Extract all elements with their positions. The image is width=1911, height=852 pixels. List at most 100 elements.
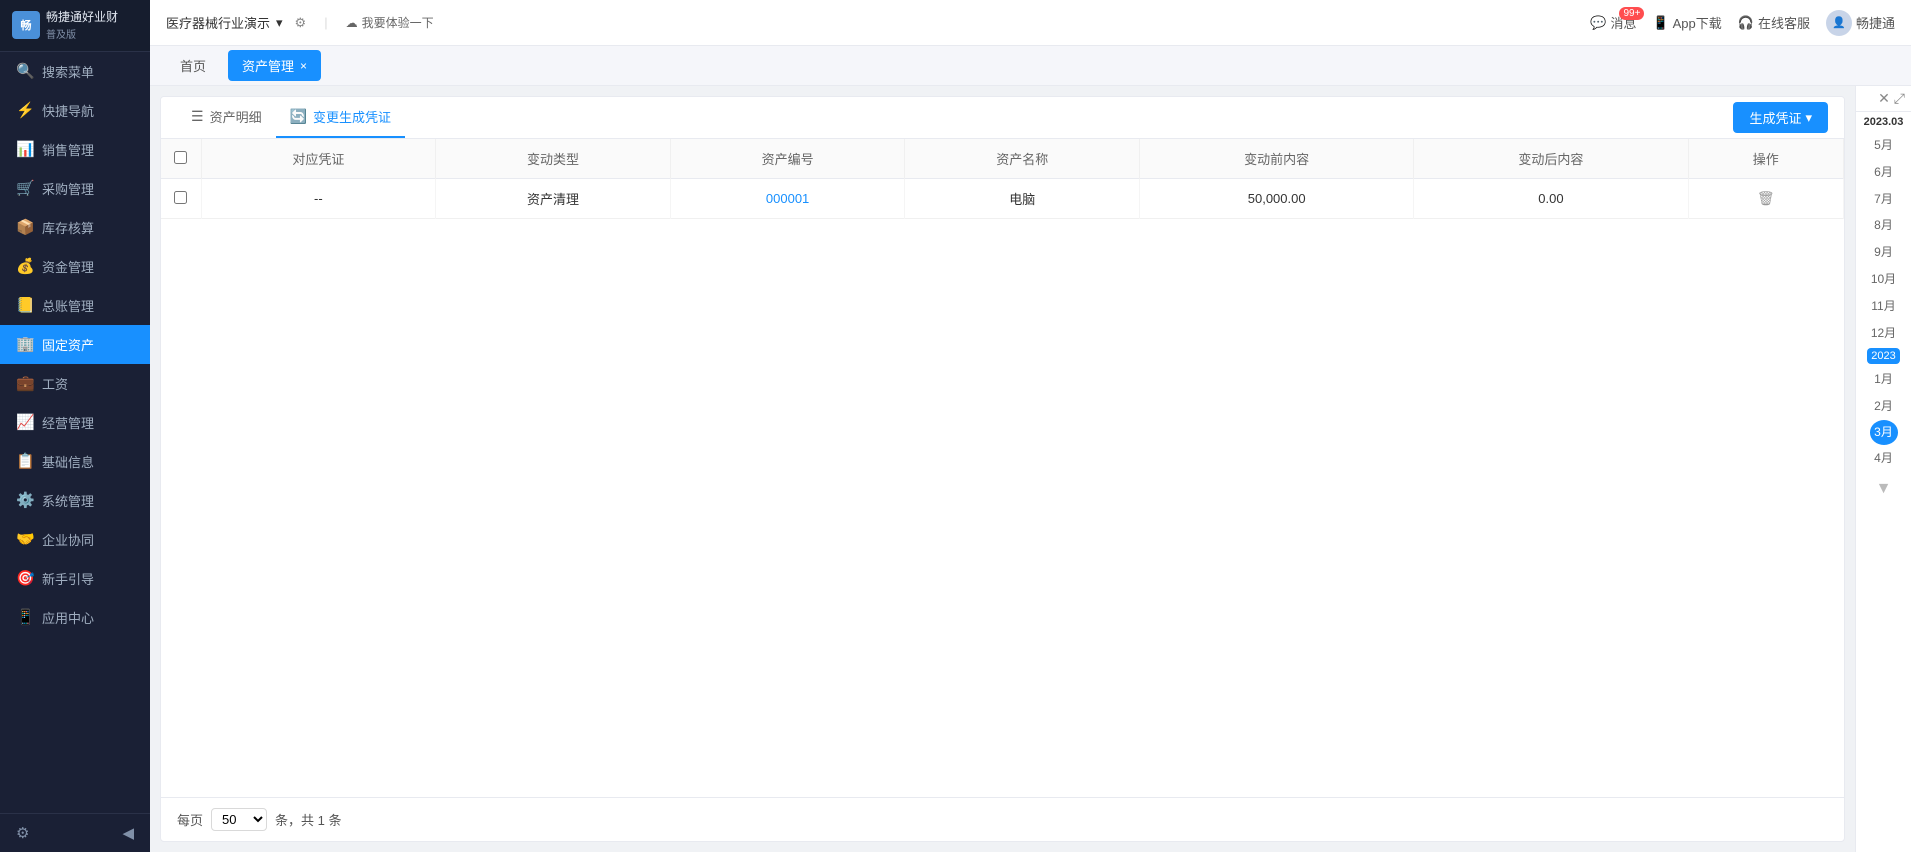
table-container: 对应凭证 变动类型 资产编号 资产名称 变动前内容 变动后内容 操作 bbox=[161, 139, 1844, 797]
guide-icon: 🎯 bbox=[16, 569, 34, 587]
sidebar-item-apps[interactable]: 📱 应用中心 bbox=[0, 598, 150, 637]
sidebar-item-search[interactable]: 🔍 搜索菜单 bbox=[0, 52, 150, 91]
sidebar-item-basic[interactable]: 📋 基础信息 bbox=[0, 442, 150, 481]
sidebar-item-label: 应用中心 bbox=[42, 608, 94, 627]
sidebar-item-ledger[interactable]: 📒 总账管理 bbox=[0, 286, 150, 325]
row-after: 0.00 bbox=[1414, 179, 1688, 219]
sidebar-item-inventory[interactable]: 📦 库存核算 bbox=[0, 208, 150, 247]
col-voucher: 对应凭证 bbox=[201, 139, 436, 179]
settings-icon[interactable]: ⚙ bbox=[16, 824, 29, 842]
timeline-month-1[interactable]: 1月 bbox=[1856, 366, 1911, 393]
total-label: 条，共 1 条 bbox=[275, 810, 341, 829]
sidebar-item-label: 新手引导 bbox=[42, 569, 94, 588]
sidebar-item-label: 库存核算 bbox=[42, 218, 94, 237]
cloud-icon: ☁ bbox=[346, 16, 358, 30]
sidebar-item-label: 销售管理 bbox=[42, 140, 94, 159]
settings-gear-icon[interactable]: ⚙ bbox=[295, 15, 307, 31]
generate-voucher-button[interactable]: 生成凭证 ▾ bbox=[1733, 102, 1828, 133]
logo-name: 畅捷通好业财 bbox=[46, 10, 118, 26]
subtabs-bar: ☰ 资产明细 🔄 变更生成凭证 生成凭证 ▾ bbox=[161, 97, 1844, 139]
row-change-type: 资产清理 bbox=[436, 179, 671, 219]
delete-icon[interactable]: 🗑 bbox=[1757, 190, 1775, 206]
ledger-icon: 📒 bbox=[16, 296, 34, 314]
sidebar-item-label: 总账管理 bbox=[42, 296, 94, 315]
voucher-icon: 🔄 bbox=[290, 108, 307, 125]
sidebar-item-label: 固定资产 bbox=[42, 335, 94, 354]
sidebar-item-funds[interactable]: 💰 资金管理 bbox=[0, 247, 150, 286]
messages-button[interactable]: 💬 消息 99+ bbox=[1590, 13, 1636, 32]
inventory-icon: 📦 bbox=[16, 218, 34, 236]
timeline-close-button[interactable]: ✕ bbox=[1878, 90, 1890, 107]
topbar-divider: | bbox=[324, 15, 327, 30]
app-download-button[interactable]: 📱 App下载 bbox=[1652, 13, 1721, 32]
tab-close-icon[interactable]: × bbox=[300, 59, 307, 73]
company-name: 医疗器械行业演示 bbox=[166, 13, 270, 32]
row-action[interactable]: 🗑 bbox=[1688, 179, 1843, 219]
row-before: 50,000.00 bbox=[1140, 179, 1414, 219]
timeline-down-arrow[interactable]: ▼ bbox=[1872, 476, 1896, 502]
logo-sub: 普及版 bbox=[46, 26, 118, 41]
timeline-month-5[interactable]: 5月 bbox=[1856, 132, 1911, 159]
sidebar-item-quicknav[interactable]: ⚡ 快捷导航 bbox=[0, 91, 150, 130]
ops-icon: 📈 bbox=[16, 413, 34, 431]
sidebar-item-fixed[interactable]: 🏢 固定资产 bbox=[0, 325, 150, 364]
system-icon: ⚙️ bbox=[16, 491, 34, 509]
customer-service-label: 在线客服 bbox=[1758, 13, 1810, 32]
col-after: 变动后内容 bbox=[1414, 139, 1688, 179]
timeline-month-11[interactable]: 11月 bbox=[1856, 293, 1911, 320]
timeline-scroll-area: 2023.03 5月 6月 7月 8月 9月 10月 11月 12月 2023 … bbox=[1856, 112, 1911, 852]
timeline-month-6[interactable]: 6月 bbox=[1856, 159, 1911, 186]
sidebar-item-payroll[interactable]: 💼 工资 bbox=[0, 364, 150, 403]
timeline-month-2[interactable]: 2月 bbox=[1856, 393, 1911, 420]
topbar: 医疗器械行业演示 ▾ ⚙ | ☁ 我要体验一下 💬 消息 99+ 📱 App下载… bbox=[150, 0, 1911, 46]
tab-asset-management[interactable]: 资产管理 × bbox=[228, 50, 321, 81]
sidebar-item-sales[interactable]: 📊 销售管理 bbox=[0, 130, 150, 169]
company-selector[interactable]: 医疗器械行业演示 ▾ bbox=[166, 13, 283, 32]
sidebar-item-label: 基础信息 bbox=[42, 452, 94, 471]
row-asset-no[interactable]: 000001 bbox=[670, 179, 905, 219]
active-tab-label: 资产管理 bbox=[242, 56, 294, 75]
row-voucher: -- bbox=[201, 179, 436, 219]
logo-icon: 畅 bbox=[12, 11, 40, 39]
sidebar-item-label: 快捷导航 bbox=[42, 101, 94, 120]
sidebar-item-ops[interactable]: 📈 经营管理 bbox=[0, 403, 150, 442]
subtabs-right: 生成凭证 ▾ bbox=[1733, 102, 1828, 133]
dropdown-icon: ▾ bbox=[276, 15, 283, 31]
timeline-month-3[interactable]: 3月 bbox=[1870, 420, 1898, 445]
timeline-month-8[interactable]: 8月 bbox=[1856, 212, 1911, 239]
basic-icon: 📋 bbox=[16, 452, 34, 470]
subtab-asset-detail[interactable]: ☰ 资产明细 bbox=[177, 97, 276, 138]
demo-item[interactable]: ☁ 我要体验一下 bbox=[346, 14, 434, 31]
collab-icon: 🤝 bbox=[16, 530, 34, 548]
tab-home[interactable]: 首页 bbox=[166, 50, 220, 81]
phone-icon: 📱 bbox=[1652, 15, 1668, 31]
purchase-icon: 🛒 bbox=[16, 179, 34, 197]
col-asset-name: 资产名称 bbox=[905, 139, 1140, 179]
user-avatar-area[interactable]: 👤 畅捷通 bbox=[1826, 10, 1895, 36]
timeline-month-4[interactable]: 4月 bbox=[1856, 445, 1911, 472]
select-all-checkbox[interactable] bbox=[174, 151, 187, 164]
timeline-month-12[interactable]: 12月 bbox=[1856, 320, 1911, 347]
row-checkbox[interactable] bbox=[161, 179, 201, 219]
sidebar-bottom: ⚙ ◀ bbox=[0, 813, 150, 852]
content-area: ☰ 资产明细 🔄 变更生成凭证 生成凭证 ▾ bbox=[150, 86, 1911, 852]
logo-text-block: 畅捷通好业财 普及版 bbox=[46, 10, 118, 41]
messages-badge: 99+ bbox=[1619, 7, 1644, 20]
subtab2-label: 变更生成凭证 bbox=[313, 107, 391, 126]
timeline-expand-button[interactable]: ⤢ bbox=[1894, 90, 1905, 107]
timeline-month-7[interactable]: 7月 bbox=[1856, 186, 1911, 213]
sidebar-item-label: 企业协同 bbox=[42, 530, 94, 549]
demo-label: 我要体验一下 bbox=[362, 14, 434, 31]
row-select-checkbox[interactable] bbox=[174, 191, 187, 204]
customer-service-button[interactable]: 🎧 在线客服 bbox=[1738, 13, 1810, 32]
sidebar-toggle-icon[interactable]: ◀ bbox=[122, 824, 134, 842]
sidebar-item-guide[interactable]: 🎯 新手引导 bbox=[0, 559, 150, 598]
timeline-month-10[interactable]: 10月 bbox=[1856, 266, 1911, 293]
sidebar-item-purchase[interactable]: 🛒 采购管理 bbox=[0, 169, 150, 208]
list-icon: ☰ bbox=[191, 108, 204, 125]
per-page-select[interactable]: 50 10 20 100 bbox=[211, 808, 267, 831]
subtab-generate-voucher[interactable]: 🔄 变更生成凭证 bbox=[276, 97, 405, 138]
sidebar-item-collab[interactable]: 🤝 企业协同 bbox=[0, 520, 150, 559]
sidebar-item-system[interactable]: ⚙️ 系统管理 bbox=[0, 481, 150, 520]
timeline-month-9[interactable]: 9月 bbox=[1856, 239, 1911, 266]
